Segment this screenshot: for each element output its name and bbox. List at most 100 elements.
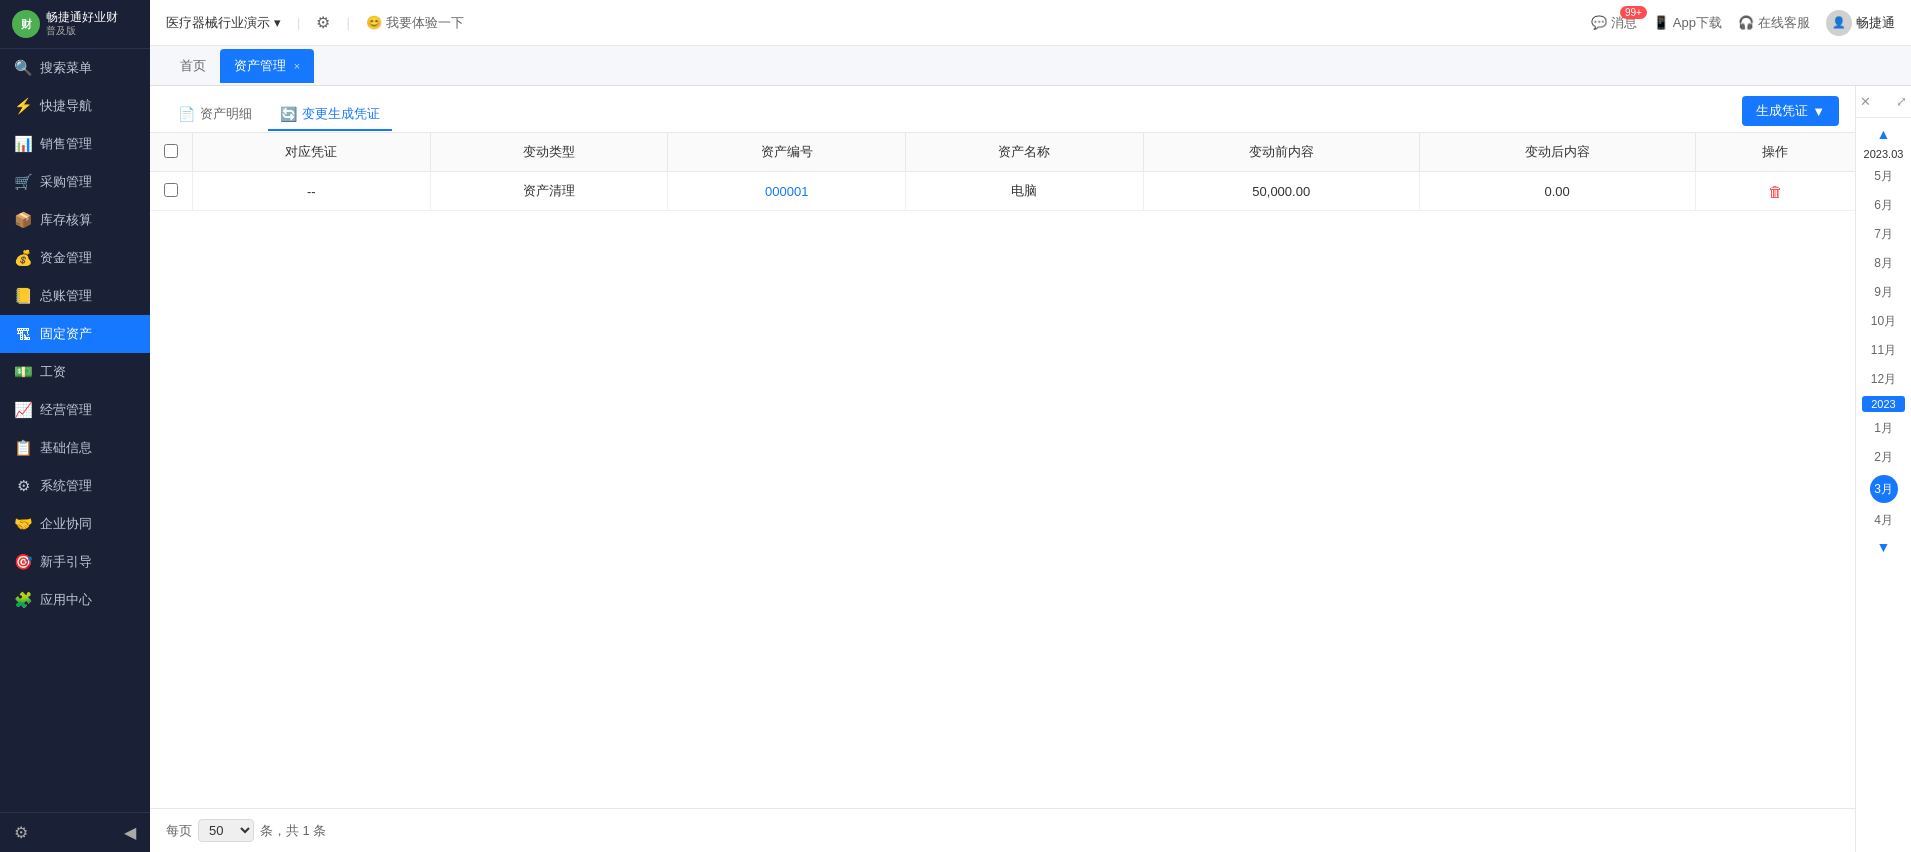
td-before-0: 50,000.00 [1143,172,1419,211]
feedback-label: 我要体验一下 [386,14,464,32]
topbar: 医疗器械行业演示 ▾ | ⚙ | 😊 我要体验一下 💬 消息 99+ 📱 App… [150,0,1911,46]
sidebar-icon-quick-nav: ⚡ [14,97,32,115]
sidebar-label-fund: 资金管理 [40,249,92,267]
sidebar-icon-app-center: 🧩 [14,591,32,609]
feedback-btn[interactable]: 😊 我要体验一下 [366,14,464,32]
topbar-sep1: | [297,15,300,30]
sidebar-label-operations: 经营管理 [40,401,92,419]
timeline-month-2[interactable]: 2月 [1856,443,1911,472]
th-checkbox [150,133,193,172]
timeline-month-8[interactable]: 8月 [1856,249,1911,278]
timeline-up-arrow[interactable]: ▲ [1856,122,1911,146]
table-wrapper: 对应凭证 变动类型 资产编号 资产名称 变动前内容 变动后内容 操作 [150,133,1855,808]
timeline-month-4[interactable]: 4月 [1856,506,1911,535]
sidebar-icon-operations: 📈 [14,401,32,419]
sidebar-label-payroll: 工资 [40,363,66,381]
customer-service-btn[interactable]: 🎧 在线客服 [1738,14,1810,32]
sidebar-label-purchase: 采购管理 [40,173,92,191]
th-voucher: 对应凭证 [193,133,431,172]
sidebar-item-basic-info[interactable]: 📋 基础信息 [0,429,150,467]
timeline-active-month[interactable]: 3月 [1856,472,1911,506]
sidebar-item-inventory[interactable]: 📦 库存核算 [0,201,150,239]
timeline-month-10[interactable]: 10月 [1856,307,1911,336]
sidebar-item-system[interactable]: ⚙ 系统管理 [0,467,150,505]
sub-tab-generate-voucher-label: 变更生成凭证 [302,105,380,123]
timeline-month-1[interactable]: 1月 [1856,414,1911,443]
sidebar-item-operations[interactable]: 📈 经营管理 [0,391,150,429]
delete-btn-0[interactable]: 🗑 [1768,183,1783,200]
sidebar-label-sales: 销售管理 [40,135,92,153]
timeline-month-9[interactable]: 9月 [1856,278,1911,307]
right-panel-close-btn[interactable]: ✕ [1860,94,1871,109]
logo-sub: 普及版 [46,24,118,38]
sidebar-label-fixed-assets: 固定资产 [40,325,92,343]
sidebar-item-app-center[interactable]: 🧩 应用中心 [0,581,150,619]
td-change-type-0: 资产清理 [430,172,668,211]
per-page-select[interactable]: 50 10 20 100 [198,819,254,842]
td-asset-name-0: 电脑 [906,172,1144,211]
timeline-down-arrow[interactable]: ▼ [1856,535,1911,559]
sidebar-item-quick-nav[interactable]: ⚡ 快捷导航 [0,87,150,125]
topbar-right: 💬 消息 99+ 📱 App下载 🎧 在线客服 👤 畅捷通 [1591,10,1895,36]
feedback-icon: 😊 [366,15,382,30]
user-menu[interactable]: 👤 畅捷通 [1826,10,1895,36]
timeline-month-7[interactable]: 7月 [1856,220,1911,249]
right-panel-expand-btn[interactable]: ⤢ [1896,94,1907,109]
content-area: 首页 资产管理 × 📄 资产明细 🔄 [150,46,1911,852]
per-page-label: 每页 [166,822,192,840]
sidebar-logo: 财 畅捷通好业财 普及版 [0,0,150,49]
sidebar-icon-guide: 🎯 [14,553,32,571]
sidebar-item-fund[interactable]: 💰 资金管理 [0,239,150,277]
timeline-month-5[interactable]: 5月 [1856,162,1911,191]
sub-tab-generate-voucher[interactable]: 🔄 变更生成凭证 [268,99,392,131]
sidebar-item-enterprise[interactable]: 🤝 企业协同 [0,505,150,543]
count-label: 条，共 1 条 [260,822,326,840]
td-after-0: 0.00 [1419,172,1695,211]
settings-footer-icon[interactable]: ⚙ [14,823,28,842]
sidebar-icon-system: ⚙ [14,477,32,495]
sidebar-item-sales[interactable]: 📊 销售管理 [0,125,150,163]
table-body: -- 资产清理 000001 电脑 50,000.00 0.00 🗑 [150,172,1855,211]
sidebar-icon-fund: 💰 [14,249,32,267]
sidebar-label-quick-nav: 快捷导航 [40,97,92,115]
company-name: 医疗器械行业演示 [166,14,270,32]
app-download-btn[interactable]: 📱 App下载 [1653,14,1722,32]
year-2023-badge[interactable]: 2023 [1862,396,1905,412]
th-after: 变动后内容 [1419,133,1695,172]
asset-table: 对应凭证 变动类型 资产编号 资产名称 变动前内容 变动后内容 操作 [150,133,1855,211]
sidebar: 财 畅捷通好业财 普及版 🔍 搜索菜单 ⚡ 快捷导航 📊 销售管理 🛒 采购管理… [0,0,150,852]
sidebar-item-payroll[interactable]: 💵 工资 [0,353,150,391]
messages-btn[interactable]: 💬 消息 99+ [1591,14,1637,32]
topbar-settings-icon[interactable]: ⚙ [316,13,330,32]
collapse-icon[interactable]: ◀ [124,823,136,842]
company-selector[interactable]: 医疗器械行业演示 ▾ [166,14,281,32]
tab-home[interactable]: 首页 [166,49,220,83]
sidebar-item-search[interactable]: 🔍 搜索菜单 [0,49,150,87]
select-all-checkbox[interactable] [164,144,178,158]
tab-asset-management[interactable]: 资产管理 × [220,49,314,83]
table-row: -- 资产清理 000001 电脑 50,000.00 0.00 🗑 [150,172,1855,211]
tab-home-label: 首页 [180,58,206,73]
generate-btn-label: 生成凭证 [1756,102,1808,120]
tab-close-icon[interactable]: × [294,60,300,72]
customer-service-icon: 🎧 [1738,15,1754,30]
right-panel: ✕ ⤢ ▲ 2023.03 5月 6月 7月 8月 9月 10月 11月 12月… [1855,86,1911,852]
sidebar-item-fixed-assets[interactable]: 🏗 固定资产 [0,315,150,353]
th-asset-name: 资产名称 [906,133,1144,172]
generate-voucher-button[interactable]: 生成凭证 ▼ [1742,96,1839,126]
app-download-label: App下载 [1673,14,1722,32]
timeline-month-12[interactable]: 12月 [1856,365,1911,394]
sidebar-icon-payroll: 💵 [14,363,32,381]
row-checkbox-0[interactable] [164,183,178,197]
timeline-year-label: 2023.03 [1856,146,1911,162]
sub-tab-asset-detail[interactable]: 📄 资产明细 [166,99,264,131]
tab-asset-management-label: 资产管理 [234,58,286,73]
timeline-month-6[interactable]: 6月 [1856,191,1911,220]
timeline-month-11[interactable]: 11月 [1856,336,1911,365]
sidebar-item-guide[interactable]: 🎯 新手引导 [0,543,150,581]
sidebar-item-ledger[interactable]: 📒 总账管理 [0,277,150,315]
sidebar-item-purchase[interactable]: 🛒 采购管理 [0,163,150,201]
sidebar-icon-fixed-assets: 🏗 [14,325,32,343]
th-before: 变动前内容 [1143,133,1419,172]
generate-btn-arrow: ▼ [1812,104,1825,119]
